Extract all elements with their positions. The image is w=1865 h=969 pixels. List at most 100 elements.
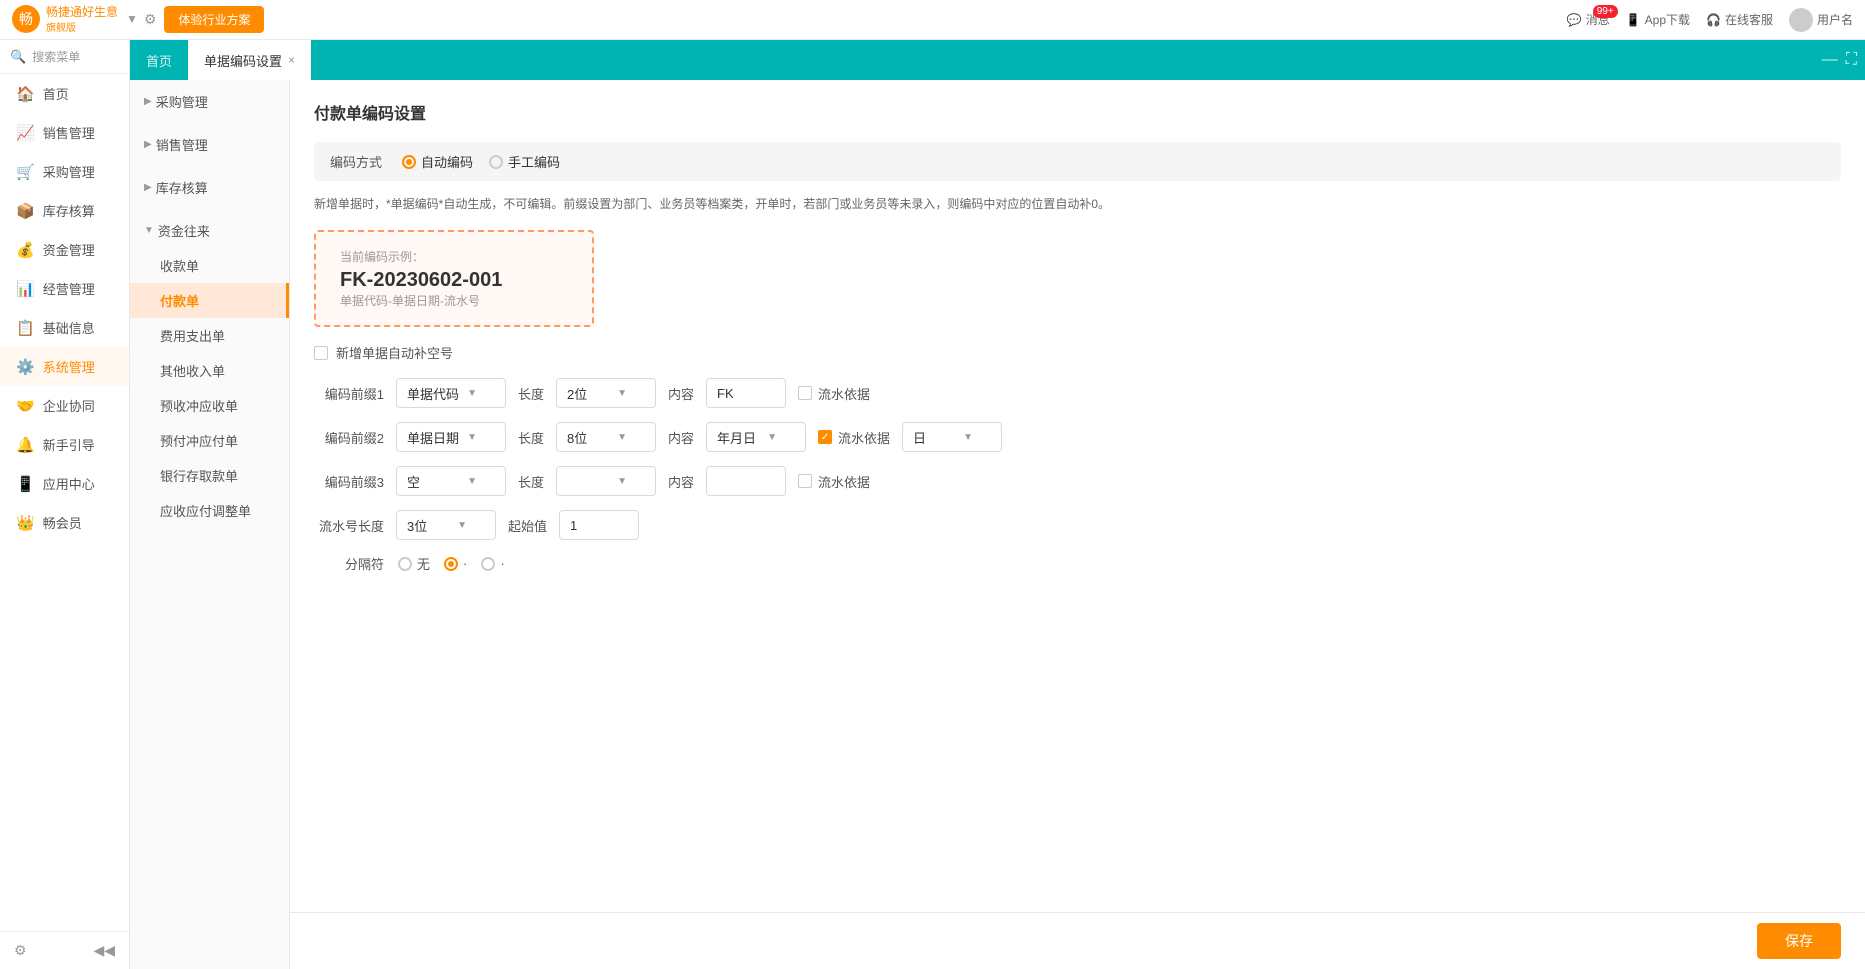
dropdown-arrow-icon: ▼ <box>467 388 477 399</box>
chevron-right-icon-stock: ▶ <box>144 182 152 193</box>
tab-encoding-settings[interactable]: 单据编码设置 × <box>188 40 311 80</box>
sidebar-item-system[interactable]: ⚙️ 系统管理 <box>0 347 129 386</box>
sidebar: 🔍 搜索菜单 🏠 首页 📈 销售管理 🛒 采购管理 📦 库存核算 💰 资金管理 … <box>0 40 130 969</box>
sidebar-item-inventory[interactable]: 📦 库存核算 <box>0 191 129 230</box>
radio-auto-encoding[interactable]: 自动编码 <box>402 152 473 171</box>
tab-bar: 首页 单据编码设置 × — ⛶ <box>130 40 1865 80</box>
prefix3-length-select[interactable]: ▼ <box>556 466 656 496</box>
separator-none-radio[interactable]: 无 <box>398 554 430 573</box>
tab-maximize-icon[interactable]: ⛶ <box>1846 51 1857 69</box>
sidebar-item-vip[interactable]: 👑 畅会员 <box>0 503 129 542</box>
user-avatar[interactable]: 用户名 <box>1789 8 1853 32</box>
dropdown-arrow-icon-content2: ▼ <box>767 432 777 443</box>
sidebar-item-sales[interactable]: 📈 销售管理 <box>0 113 129 152</box>
prefix2-content-select[interactable]: 年月日 ▼ <box>706 422 806 452</box>
dropdown-arrow-icon-3: ▼ <box>467 476 477 487</box>
sec-menu-item-adjustment[interactable]: 应收应付调整单 <box>130 493 289 528</box>
prefix1-content-input[interactable] <box>706 378 786 408</box>
sec-menu-group-purchase: ▶ 采购管理 <box>130 80 289 123</box>
app-download-button[interactable]: 📱 App下载 <box>1626 11 1690 28</box>
serial-checkbox-2[interactable]: ✓ 流水依据 <box>818 428 890 447</box>
settings-icon[interactable]: ⚙ <box>144 11 157 28</box>
sec-menu-item-other-income[interactable]: 其他收入单 <box>130 353 289 388</box>
serial-checkbox-1[interactable]: 流水依据 <box>798 384 870 403</box>
page-title: 付款单编码设置 <box>314 100 1841 124</box>
appcenter-icon: 📱 <box>16 475 35 493</box>
sidebar-item-basicinfo[interactable]: 📋 基础信息 <box>0 308 129 347</box>
sec-menu-item-advance-payment[interactable]: 预付冲应付单 <box>130 423 289 458</box>
prefix-row-2: 编码前缀2 单据日期 ▼ 长度 8位 ▼ 内容 年月日 <box>314 422 1841 452</box>
content-area: ▶ 采购管理 ▶ 销售管理 ▶ 库存核算 <box>130 80 1865 969</box>
tab-minimize-icon[interactable]: — <box>1822 51 1838 69</box>
sidebar-item-enterprise[interactable]: 🤝 企业协同 <box>0 386 129 425</box>
prefix2-select[interactable]: 单据日期 ▼ <box>396 422 506 452</box>
tab-bar-right: — ⛶ <box>1822 51 1865 69</box>
separator-dot2-radio[interactable]: · <box>481 556 504 571</box>
dropdown-arrow-icon-len3: ▼ <box>617 476 627 487</box>
radio-manual-encoding[interactable]: 手工编码 <box>489 152 560 171</box>
sec-menu-item-advance-receipt[interactable]: 预收冲应收单 <box>130 388 289 423</box>
experience-button[interactable]: 体验行业方案 <box>164 6 264 33</box>
page-content: 付款单编码设置 编码方式 自动编码 手工编码 <box>290 80 1865 912</box>
sidebar-item-purchase[interactable]: 🛒 采购管理 <box>0 152 129 191</box>
sec-menu-sales[interactable]: ▶ 销售管理 <box>130 127 289 162</box>
secondary-sidebar: ▶ 采购管理 ▶ 销售管理 ▶ 库存核算 <box>130 80 290 969</box>
chevron-right-icon-sales: ▶ <box>144 139 152 150</box>
sec-menu-group-stock: ▶ 库存核算 <box>130 166 289 209</box>
prefix1-select[interactable]: 单据代码 ▼ <box>396 378 506 408</box>
auto-fill-checkbox[interactable] <box>314 346 328 360</box>
sec-menu-purchase[interactable]: ▶ 采购管理 <box>130 84 289 119</box>
radio-auto-icon <box>402 155 416 169</box>
tab-home[interactable]: 首页 <box>130 40 188 80</box>
page-wrapper: 付款单编码设置 编码方式 自动编码 手工编码 <box>290 80 1865 969</box>
sec-menu-item-receipt[interactable]: 收款单 <box>130 248 289 283</box>
service-icon: 🎧 <box>1706 13 1721 27</box>
settings-bottom-icon[interactable]: ⚙ <box>14 942 27 959</box>
separator-dot1-icon <box>444 557 458 571</box>
granularity-select[interactable]: 日 ▼ <box>902 422 1002 452</box>
separator-dot1-radio[interactable]: · <box>444 556 467 571</box>
tab-close-icon[interactable]: × <box>288 53 295 67</box>
serial-checkbox-box-3 <box>798 474 812 488</box>
dropdown-arrow-icon-len1: ▼ <box>617 388 627 399</box>
sidebar-item-home[interactable]: 🏠 首页 <box>0 74 129 113</box>
separator-row: 分隔符 无 · · <box>314 554 1841 573</box>
serial-checkbox-box-1 <box>798 386 812 400</box>
purchase-icon: 🛒 <box>16 163 35 181</box>
sec-menu-item-bank[interactable]: 银行存取款单 <box>130 458 289 493</box>
basicinfo-icon: 📋 <box>16 319 35 337</box>
save-button[interactable]: 保存 <box>1757 923 1841 959</box>
serial-checkbox-3[interactable]: 流水依据 <box>798 472 870 491</box>
message-button[interactable]: 💬 消息 99+ <box>1567 11 1610 28</box>
sec-menu-item-payment[interactable]: 付款单 <box>130 283 289 318</box>
sec-menu-item-expense[interactable]: 费用支出单 <box>130 318 289 353</box>
top-bar-left: 畅 畅捷通好生意 旗舰版 ▼ ⚙ 体验行业方案 <box>12 5 264 34</box>
sidebar-bottom: ⚙ ◀◀ <box>0 931 129 969</box>
serial-start-input[interactable] <box>559 510 639 540</box>
prefix2-length-select[interactable]: 8位 ▼ <box>556 422 656 452</box>
sidebar-item-appcenter[interactable]: 📱 应用中心 <box>0 464 129 503</box>
sidebar-item-finance[interactable]: 💰 资金管理 <box>0 230 129 269</box>
sidebar-item-guide[interactable]: 🔔 新手引导 <box>0 425 129 464</box>
search-menu[interactable]: 🔍 搜索菜单 <box>0 40 129 74</box>
dropdown-arrow-serial-len: ▼ <box>457 520 467 531</box>
collapse-icon[interactable]: ◀◀ <box>93 942 115 959</box>
online-service-button[interactable]: 🎧 在线客服 <box>1706 11 1773 28</box>
auto-fill-checkbox-row: 新增单据自动补空号 <box>314 343 1841 362</box>
prefix3-select[interactable]: 空 ▼ <box>396 466 506 496</box>
avatar <box>1789 8 1813 32</box>
separator-none-icon <box>398 557 412 571</box>
preview-box: 当前编码示例： FK-20230602-001 单据代码-单据日期-流水号 <box>314 230 594 327</box>
prefix1-length-select[interactable]: 2位 ▼ <box>556 378 656 408</box>
prefix3-content-input[interactable] <box>706 466 786 496</box>
encoding-radio-group: 自动编码 手工编码 <box>402 152 560 171</box>
dropdown-arrow-icon-len2: ▼ <box>617 432 627 443</box>
nav-arrow-icon[interactable]: ▼ <box>126 12 138 26</box>
sales-icon: 📈 <box>16 124 35 142</box>
sec-menu-funds[interactable]: ▼ 资金往来 <box>130 213 289 248</box>
top-bar-right: 💬 消息 99+ 📱 App下载 🎧 在线客服 用户名 <box>1567 8 1853 32</box>
sec-menu-stock[interactable]: ▶ 库存核算 <box>130 170 289 205</box>
sidebar-item-management[interactable]: 📊 经营管理 <box>0 269 129 308</box>
serial-checkbox-box-2: ✓ <box>818 430 832 444</box>
serial-length-select[interactable]: 3位 ▼ <box>396 510 496 540</box>
